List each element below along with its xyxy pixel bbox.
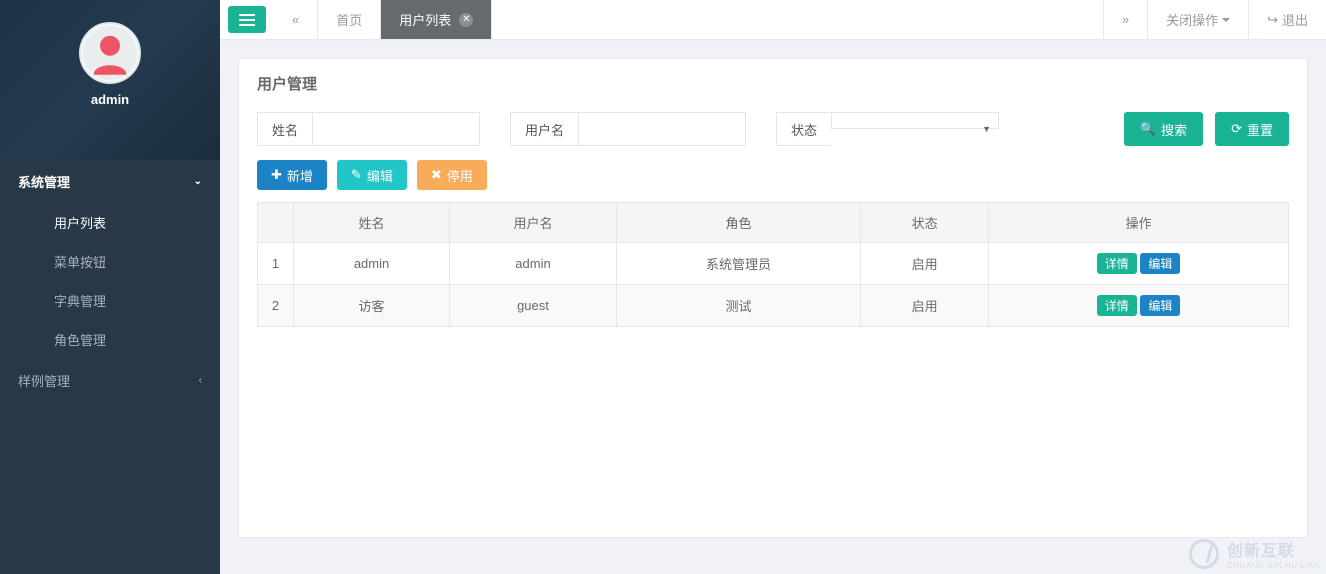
reset-label: 重置 [1247, 120, 1273, 139]
cell-status: 启用 [861, 243, 989, 285]
pencil-icon: ✎ [351, 167, 362, 183]
x-icon: ✖ [431, 167, 442, 183]
user-table: 姓名 用户名 角色 状态 操作 1 admin admin 系统管理员 [257, 202, 1289, 327]
menu-example[interactable]: 样例管理 ‹ [0, 359, 220, 402]
main-area: « 首页 用户列表 ✕ » 关闭操作 ↪ 退出 用户管理 姓名 [220, 0, 1326, 574]
submenu-item-dict[interactable]: 字典管理 [0, 281, 220, 320]
chevron-down-icon: ⌄ [194, 176, 202, 187]
col-status: 状态 [861, 203, 989, 243]
table-wrap: 姓名 用户名 角色 状态 操作 1 admin admin 系统管理员 [239, 202, 1307, 327]
logout-icon: ↪ [1267, 12, 1278, 28]
panel-user-mgmt: 用户管理 姓名 用户名 状态 🔍 搜索 [238, 58, 1308, 538]
col-ops: 操作 [989, 203, 1289, 243]
topbar: « 首页 用户列表 ✕ » 关闭操作 ↪ 退出 [220, 0, 1326, 40]
filter-status-label: 状态 [776, 112, 831, 146]
panel-title: 用户管理 [239, 59, 1307, 108]
topbar-right: » 关闭操作 ↪ 退出 [1103, 0, 1326, 39]
chevron-left-icon: ‹ [199, 375, 202, 386]
reset-button[interactable]: ⟳ 重置 [1215, 112, 1289, 146]
edit-label: 编辑 [367, 166, 393, 185]
submenu-system: 用户列表 菜单按钮 字典管理 角色管理 [0, 203, 220, 359]
add-button[interactable]: ✚ 新增 [257, 160, 327, 190]
action-row: ✚ 新增 ✎ 编辑 ✖ 停用 [239, 160, 1307, 202]
col-idx [258, 203, 294, 243]
sidebar-profile: admin [0, 0, 220, 160]
cell-ops: 详情 编辑 [989, 243, 1289, 285]
cell-username: admin [450, 243, 617, 285]
table-header-row: 姓名 用户名 角色 状态 操作 [258, 203, 1289, 243]
close-ops-label: 关闭操作 [1166, 10, 1218, 29]
submenu-item-menubtn[interactable]: 菜单按钮 [0, 242, 220, 281]
col-role: 角色 [616, 203, 860, 243]
nav-toggle-button[interactable] [228, 6, 266, 33]
table-row[interactable]: 1 admin admin 系统管理员 启用 详情 编辑 [258, 243, 1289, 285]
row-edit-button[interactable]: 编辑 [1140, 253, 1180, 274]
row-edit-button[interactable]: 编辑 [1140, 295, 1180, 316]
tab-home-label: 首页 [336, 10, 362, 29]
disable-button[interactable]: ✖ 停用 [417, 160, 487, 190]
col-name: 姓名 [294, 203, 450, 243]
row-detail-button[interactable]: 详情 [1097, 295, 1137, 316]
tab-userlist-label: 用户列表 [399, 10, 451, 29]
search-button[interactable]: 🔍 搜索 [1124, 112, 1203, 146]
tab-prev-button[interactable]: « [274, 0, 318, 39]
filter-username-label: 用户名 [510, 112, 578, 146]
cell-username: guest [450, 285, 617, 327]
submenu-item-role[interactable]: 角色管理 [0, 320, 220, 359]
tab-userlist[interactable]: 用户列表 ✕ [381, 0, 492, 39]
filter-name-label: 姓名 [257, 112, 312, 146]
tab-close-icon[interactable]: ✕ [459, 13, 473, 27]
menu-label: 系统管理 [18, 172, 70, 191]
filter-name-input[interactable] [312, 112, 480, 146]
tab-next-button[interactable]: » [1103, 0, 1147, 39]
filter-status-group: 状态 [776, 112, 999, 146]
col-username: 用户名 [450, 203, 617, 243]
row-detail-button[interactable]: 详情 [1097, 253, 1137, 274]
cell-role: 测试 [616, 285, 860, 327]
tab-home[interactable]: 首页 [318, 0, 381, 39]
avatar[interactable] [79, 22, 141, 84]
add-label: 新增 [287, 166, 313, 185]
search-label: 搜索 [1161, 120, 1187, 139]
sidebar-menu: 系统管理 ⌄ 用户列表 菜单按钮 字典管理 角色管理 样例管理 ‹ [0, 160, 220, 402]
search-icon: 🔍 [1140, 121, 1156, 137]
cell-idx: 1 [258, 243, 294, 285]
disable-label: 停用 [447, 166, 473, 185]
cell-idx: 2 [258, 285, 294, 327]
filter-username-group: 用户名 [510, 112, 746, 146]
edit-button[interactable]: ✎ 编辑 [337, 160, 407, 190]
caret-down-icon [1222, 18, 1230, 26]
username-label: admin [0, 92, 220, 107]
filter-row: 姓名 用户名 状态 🔍 搜索 ⟳ [239, 108, 1307, 160]
refresh-icon: ⟳ [1231, 121, 1242, 137]
logout-button[interactable]: ↪ 退出 [1248, 0, 1326, 39]
filter-status-select[interactable] [831, 112, 999, 129]
table-row[interactable]: 2 访客 guest 测试 启用 详情 编辑 [258, 285, 1289, 327]
cell-name: 访客 [294, 285, 450, 327]
content: 用户管理 姓名 用户名 状态 🔍 搜索 [220, 40, 1326, 574]
submenu-item-userlist[interactable]: 用户列表 [0, 203, 220, 242]
cell-role: 系统管理员 [616, 243, 860, 285]
close-operations-dropdown[interactable]: 关闭操作 [1147, 0, 1248, 39]
sidebar: admin 系统管理 ⌄ 用户列表 菜单按钮 字典管理 角色管理 样例管理 ‹ [0, 0, 220, 574]
filter-name-group: 姓名 [257, 112, 480, 146]
plus-icon: ✚ [271, 167, 282, 183]
menu-system[interactable]: 系统管理 ⌄ [0, 160, 220, 203]
logout-label: 退出 [1282, 10, 1308, 29]
menu-label: 样例管理 [18, 371, 70, 390]
cell-status: 启用 [861, 285, 989, 327]
filter-username-input[interactable] [578, 112, 746, 146]
cell-ops: 详情 编辑 [989, 285, 1289, 327]
cell-name: admin [294, 243, 450, 285]
